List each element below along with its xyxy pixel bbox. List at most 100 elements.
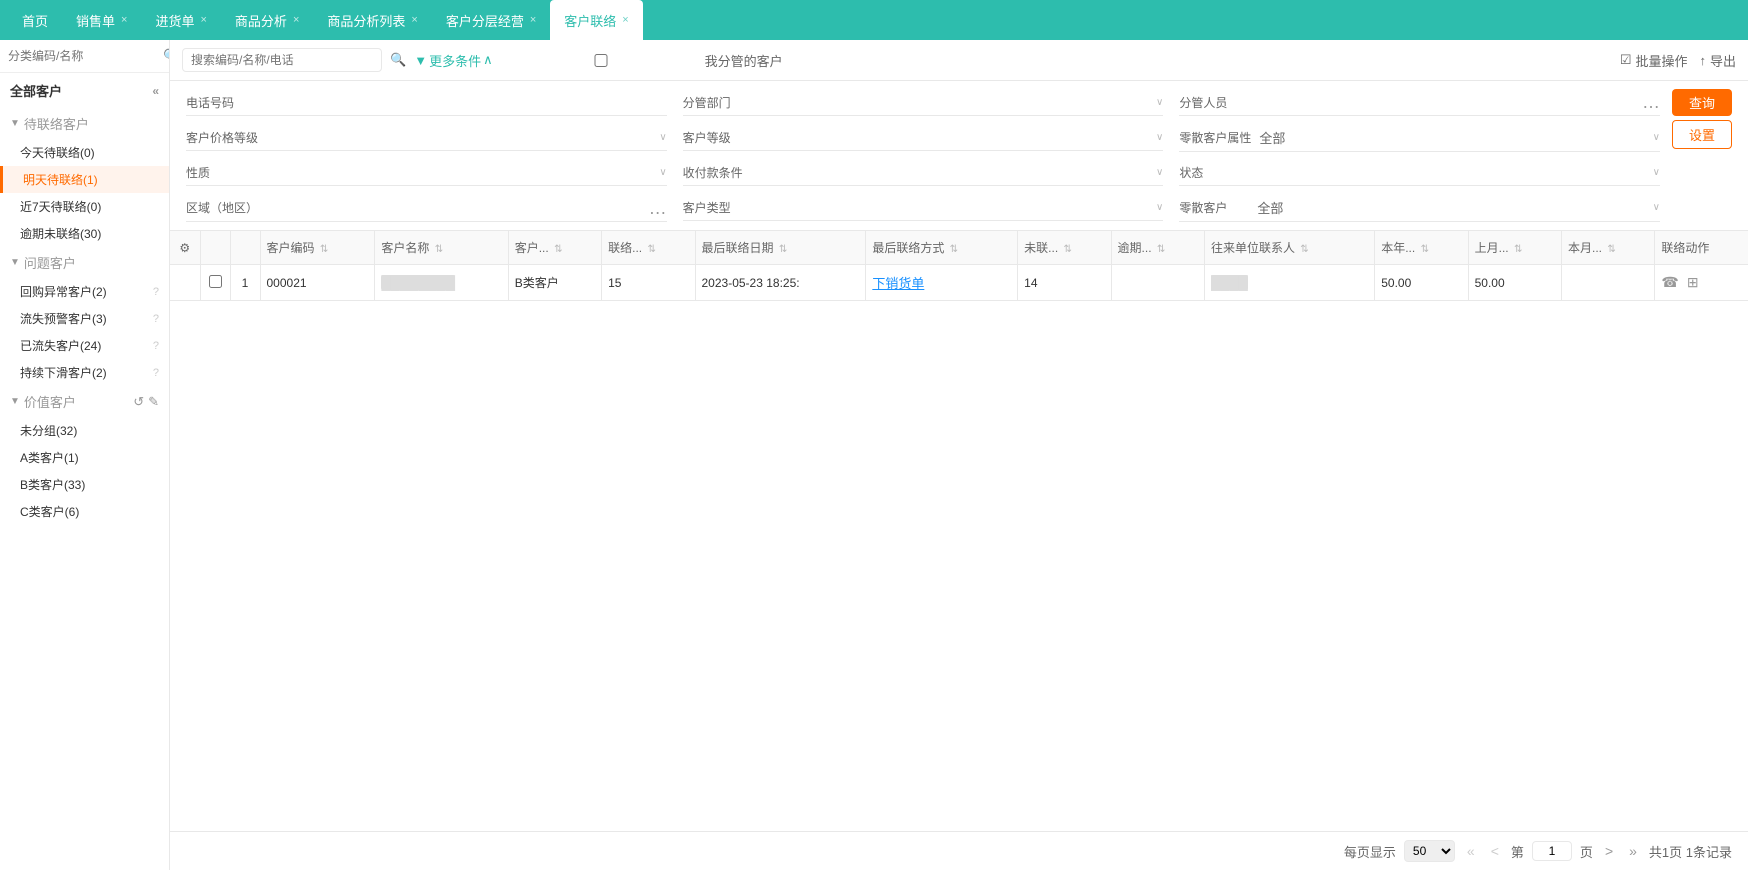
close-purchase-tab[interactable]: ×	[200, 14, 206, 26]
filter-retail-customer: 零散客户 全部 ∨	[1179, 194, 1660, 222]
nav-analysis[interactable]: 商品分析 ×	[221, 0, 313, 40]
batch-op-button[interactable]: ☑ 批量操作	[1620, 51, 1688, 70]
filter-status-input[interactable]	[1257, 166, 1652, 180]
sort-icon: ⇅	[1300, 244, 1308, 255]
page-input[interactable]	[1532, 841, 1572, 861]
col-name[interactable]: 客户名称 ⇅	[375, 231, 508, 265]
col-uncontact[interactable]: 未联... ⇅	[1018, 231, 1111, 265]
prev-page-button[interactable]: <	[1487, 843, 1503, 859]
col-overdue[interactable]: 逾期... ⇅	[1111, 231, 1204, 265]
filter-row-2: 客户价格等级 ∨ 客户等级 ∨ 零散客户属性 全部	[186, 124, 1660, 152]
close-analysis-tab[interactable]: ×	[293, 14, 299, 26]
set-button[interactable]: 设置	[1672, 120, 1732, 149]
filter-price-input[interactable]	[266, 131, 659, 145]
filter-nature: 性质 ∨	[186, 160, 667, 186]
row-last-way[interactable]: 下销货单	[866, 265, 1018, 301]
filter-dept-input[interactable]	[761, 95, 1156, 109]
filter-area-input[interactable]	[266, 201, 645, 215]
row-name[interactable]: ████████	[375, 265, 508, 301]
last-way-link[interactable]: 下销货单	[872, 276, 924, 291]
sidebar-item-today[interactable]: 今天待联络(0)	[0, 139, 169, 166]
close-customer-contact-tab[interactable]: ×	[622, 14, 628, 26]
nav-purchase[interactable]: 进货单 ×	[141, 0, 220, 40]
close-analysis-list-tab[interactable]: ×	[411, 14, 417, 26]
sidebar-item-7days[interactable]: 近7天待联络(0)	[0, 193, 169, 220]
col-setting[interactable]: ⚙	[170, 231, 200, 265]
export-button[interactable]: ↑ 导出	[1699, 51, 1736, 70]
sort-icon: ⇅	[554, 244, 562, 255]
grid-action-icon[interactable]: ⊞	[1687, 274, 1699, 291]
col-contact[interactable]: 联络... ⇅	[602, 231, 695, 265]
close-sales-tab[interactable]: ×	[121, 14, 127, 26]
search-button[interactable]: 🔍	[390, 52, 406, 68]
sidebar-item-tomorrow[interactable]: 明天待联络(1)	[0, 166, 169, 193]
retail-dropdown-arrow-icon[interactable]: ∨	[1653, 132, 1660, 143]
col-this-year[interactable]: 本年... ⇅	[1375, 231, 1468, 265]
filter-retail-customer-label: 零散客户	[1179, 199, 1249, 216]
sidebar-item-warning[interactable]: 流失预警客户(3) ?	[0, 305, 169, 332]
filter-area-label: 区域（地区）	[186, 199, 258, 216]
adv-filter: 电话号码 分管部门 ∨ 分管人员	[170, 81, 1748, 231]
query-button[interactable]: 查询	[1672, 89, 1732, 116]
row-uncontact: 14	[1018, 265, 1111, 301]
col-last-date[interactable]: 最后联络日期 ⇅	[695, 231, 866, 265]
sidebar-item-b-class[interactable]: B类客户(33)	[0, 471, 169, 498]
row-checkbox[interactable]	[209, 275, 222, 288]
sidebar-item-lost[interactable]: 已流失客户(24) ?	[0, 332, 169, 359]
pagination: 每页显示 10 20 50 100 « < 第 页 > » 共1页 1条记录	[170, 831, 1748, 870]
my-customers-checkbox-label[interactable]: 我分管的客户	[501, 51, 783, 70]
nav-customer-ops[interactable]: 客户分层经营 ×	[432, 0, 550, 40]
sidebar-item-overdue[interactable]: 逾期未联络(30)	[0, 220, 169, 247]
sidebar-item-a-class[interactable]: A类客户(1)	[0, 444, 169, 471]
filter-dept-select[interactable]: ∨	[761, 95, 1164, 109]
sidebar-search-icon[interactable]: 🔍	[163, 48, 170, 64]
col-last-month[interactable]: 上月... ⇅	[1468, 231, 1561, 265]
filter-phone-label: 电话号码	[186, 94, 256, 111]
col-code[interactable]: 客户编码 ⇅	[260, 231, 375, 265]
more-filter-button[interactable]: ▼ 更多条件 ∧	[414, 51, 492, 70]
col-unit-contact[interactable]: 往来单位联系人 ⇅	[1204, 231, 1374, 265]
page-unit: 页	[1580, 842, 1593, 861]
sort-icon: ⇅	[1607, 244, 1615, 255]
row-code[interactable]: 000021	[260, 265, 375, 301]
retail-customer-dropdown-icon[interactable]: ∨	[1653, 202, 1660, 213]
row-checkbox-cell[interactable]	[200, 265, 230, 301]
page-size-select[interactable]: 10 20 50 100	[1404, 840, 1455, 862]
sidebar-item-c-class[interactable]: C类客户(6)	[0, 498, 169, 525]
sidebar-item-abnormal[interactable]: 回购异常客户(2) ?	[0, 278, 169, 305]
first-page-button[interactable]: «	[1463, 843, 1479, 859]
filter-clevel-input[interactable]	[761, 131, 1156, 145]
manager-more-icon[interactable]: …	[1642, 93, 1660, 111]
nav-customer-contact[interactable]: 客户联络 ×	[550, 0, 642, 40]
sidebar-item-declining[interactable]: 持续下滑客户(2) ?	[0, 359, 169, 386]
nav-analysis-list[interactable]: 商品分析列表 ×	[313, 0, 431, 40]
sidebar-collapse-btn[interactable]: «	[152, 84, 159, 98]
search-input[interactable]	[182, 48, 382, 72]
col-type[interactable]: 客户... ⇅	[508, 231, 601, 265]
filter-manager-input[interactable]	[1257, 95, 1638, 109]
filter-nature-input[interactable]	[264, 166, 659, 180]
phone-action-icon[interactable]: ☎	[1661, 274, 1678, 291]
nav-home[interactable]: 首页	[8, 0, 62, 40]
my-customers-checkbox[interactable]	[501, 54, 701, 67]
filter-manager-label: 分管人员	[1179, 94, 1249, 111]
filter-phone-input[interactable]	[264, 95, 667, 109]
filter-payment-input[interactable]	[761, 166, 1156, 180]
filter-ctype-input[interactable]	[761, 201, 1156, 215]
refresh-icon[interactable]: ↺	[133, 394, 144, 410]
close-customer-ops-tab[interactable]: ×	[530, 14, 536, 26]
help-icon: ?	[153, 340, 159, 352]
col-last-way[interactable]: 最后联络方式 ⇅	[866, 231, 1018, 265]
sidebar-item-unclassified[interactable]: 未分组(32)	[0, 417, 169, 444]
sidebar-search-area: 🔍	[0, 40, 169, 73]
sidebar-section-problem[interactable]: ▼ 问题客户	[0, 247, 169, 278]
sidebar-section-pending[interactable]: ▼ 待联络客户	[0, 108, 169, 139]
area-more-icon[interactable]: …	[649, 199, 667, 217]
edit-icon[interactable]: ✎	[148, 394, 159, 410]
sidebar-all-customers[interactable]: 全部客户 «	[0, 73, 169, 108]
col-this-month[interactable]: 本月... ⇅	[1562, 231, 1655, 265]
last-page-button[interactable]: »	[1625, 843, 1641, 859]
sidebar-search-input[interactable]	[8, 49, 163, 63]
next-page-button[interactable]: >	[1601, 843, 1617, 859]
nav-sales[interactable]: 销售单 ×	[62, 0, 141, 40]
